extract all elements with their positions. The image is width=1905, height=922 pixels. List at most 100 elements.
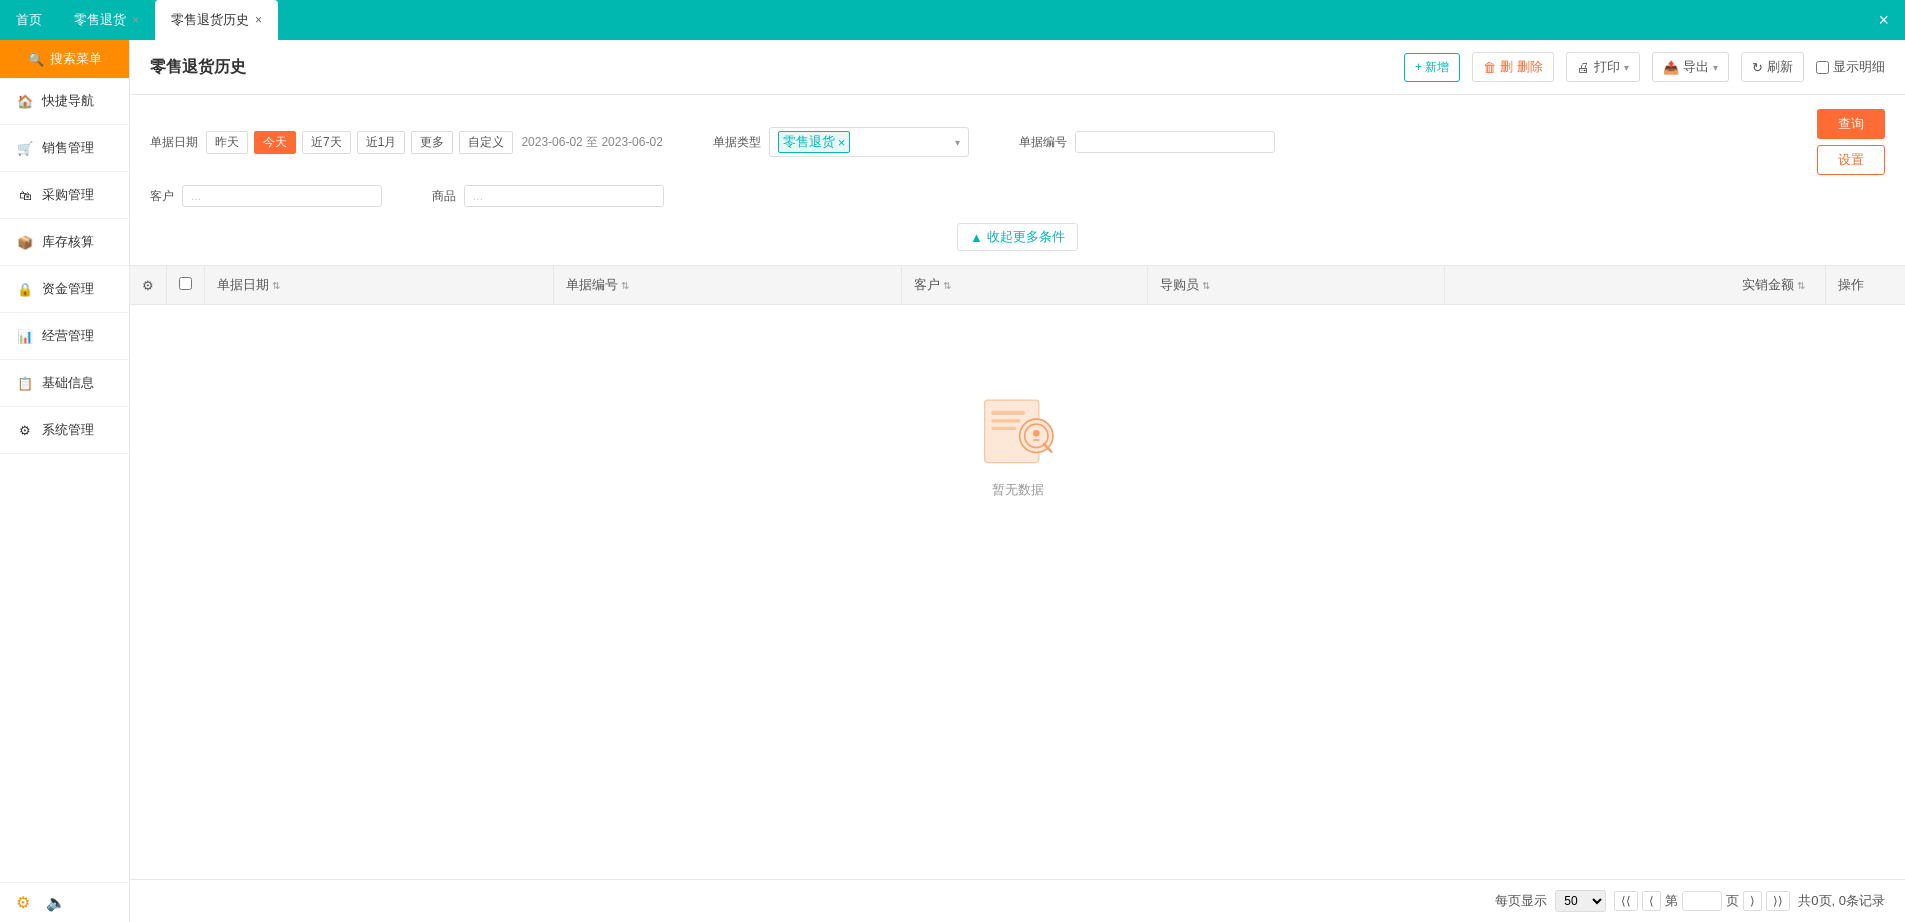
th-customer: 客户 ⇅ (902, 266, 1148, 305)
page-input[interactable]: 1 (1682, 891, 1722, 911)
empty-illustration (968, 385, 1068, 465)
page-prev[interactable]: ⟨ (1642, 891, 1661, 911)
date-7days[interactable]: 近7天 (302, 131, 351, 154)
th-checkbox[interactable] (167, 266, 205, 305)
sort-amount-icon: ⇅ (1797, 280, 1805, 291)
volume-icon[interactable]: 🔈 (46, 893, 66, 912)
sort-amount[interactable]: 实销金额 ⇅ (1457, 276, 1804, 294)
filter-area: 单据日期 昨天 今天 近7天 近1月 更多 自定义 2023-06-02 至 2… (130, 95, 1905, 266)
goods-label: 商品 (432, 188, 456, 205)
svg-rect-8 (1033, 439, 1040, 441)
refresh-label: 刷新 (1767, 58, 1793, 76)
delete-label: 删 删除 (1500, 58, 1543, 76)
sidebar-item-purchase[interactable]: 🛍 采购管理 (0, 172, 129, 219)
tab-retail-return-label: 零售退货 (74, 11, 126, 29)
sidebar-item-operations[interactable]: 📊 经营管理 (0, 313, 129, 360)
date-range-display: 2023-06-02 至 2023-06-02 (521, 134, 662, 151)
th-settings[interactable]: ⚙ (130, 266, 167, 305)
refresh-button[interactable]: ↻ 刷新 (1741, 52, 1804, 82)
refresh-icon: ↻ (1752, 60, 1763, 75)
home-icon: 🏠 (16, 92, 34, 110)
window-close-button[interactable]: × (1862, 10, 1905, 31)
doc-number-label: 单据编号 (1019, 134, 1067, 151)
data-table: ⚙ 单据日期 ⇅ 单据编号 (130, 266, 1905, 579)
table-settings-icon[interactable]: ⚙ (142, 278, 154, 293)
date-more[interactable]: 更多 (411, 131, 453, 154)
doc-type-label: 单据类型 (713, 134, 761, 151)
sidebar-item-basic-info[interactable]: 📋 基础信息 (0, 360, 129, 407)
tab-retail-return-history-close[interactable]: × (255, 13, 262, 27)
doc-type-select[interactable]: 零售退货 × ▾ (769, 127, 969, 157)
date-yesterday[interactable]: 昨天 (206, 131, 248, 154)
collapse-icon: ▲ (970, 230, 983, 245)
sort-date[interactable]: 单据日期 ⇅ (217, 276, 541, 294)
sort-guide[interactable]: 导购员 ⇅ (1160, 276, 1432, 294)
date-custom[interactable]: 自定义 (459, 131, 513, 154)
print-arrow-icon: ▾ (1624, 62, 1629, 73)
sidebar-item-operations-label: 经营管理 (42, 327, 94, 345)
svg-rect-3 (991, 427, 1016, 430)
filter-date: 单据日期 昨天 今天 近7天 近1月 更多 自定义 2023-06-02 至 2… (150, 131, 663, 154)
date-1month[interactable]: 近1月 (357, 131, 406, 154)
select-all-checkbox[interactable] (179, 277, 192, 290)
goods-select[interactable]: ... (464, 185, 664, 207)
doc-number-input[interactable] (1075, 131, 1275, 153)
th-action: 操作 (1825, 266, 1905, 305)
sidebar-item-system-label: 系统管理 (42, 421, 94, 439)
page-first[interactable]: ⟨⟨ (1614, 891, 1638, 911)
show-detail-checkbox[interactable]: 显示明细 (1816, 58, 1885, 76)
info-icon: 📋 (16, 374, 34, 392)
customer-placeholder: ... (191, 189, 201, 203)
top-bar: 首页 零售退货 × 零售退货历史 × × (0, 0, 1905, 40)
delete-button[interactable]: 🗑 删 删除 (1472, 52, 1554, 82)
tab-retail-return[interactable]: 零售退货 × (58, 0, 155, 40)
sidebar-item-inventory[interactable]: 📦 库存核算 (0, 219, 129, 266)
collapse-button[interactable]: ▲ 收起更多条件 (957, 223, 1078, 251)
print-button[interactable]: 🖨 打印 ▾ (1566, 52, 1640, 82)
doc-type-tag-value: 零售退货 (783, 133, 835, 151)
th-action-label: 操作 (1838, 277, 1864, 292)
sidebar-item-quick-nav[interactable]: 🏠 快捷导航 (0, 78, 129, 125)
export-icon: 📤 (1663, 60, 1679, 75)
sort-doc-number-icon: ⇅ (621, 280, 629, 291)
settings-icon[interactable]: ⚙ (16, 893, 30, 912)
tab-home[interactable]: 首页 (0, 0, 58, 40)
query-button[interactable]: 查询 (1817, 109, 1885, 139)
export-button[interactable]: 📤 导出 ▾ (1652, 52, 1729, 82)
sidebar-item-finance[interactable]: 🔒 资金管理 (0, 266, 129, 313)
date-buttons: 昨天 今天 近7天 近1月 更多 自定义 (206, 131, 513, 154)
date-today[interactable]: 今天 (254, 131, 296, 154)
svg-rect-2 (991, 419, 1020, 422)
add-button[interactable]: + 新增 (1404, 53, 1460, 82)
show-detail-input[interactable] (1816, 61, 1829, 74)
per-page-select[interactable]: 50 100 200 (1555, 890, 1606, 912)
filter-doc-number: 单据编号 (1019, 131, 1275, 153)
sidebar-item-finance-label: 资金管理 (42, 280, 94, 298)
sidebar-item-system[interactable]: ⚙ 系统管理 (0, 407, 129, 454)
sidebar-item-sales[interactable]: 🛒 销售管理 (0, 125, 129, 172)
page-last[interactable]: ⟩⟩ (1766, 891, 1790, 911)
sidebar-item-quick-nav-label: 快捷导航 (42, 92, 94, 110)
tab-home-label: 首页 (16, 11, 42, 29)
page-next[interactable]: ⟩ (1743, 891, 1762, 911)
search-icon: 🔍 (28, 52, 44, 67)
filter-goods: 商品 ... (432, 185, 664, 207)
table-body: 暂无数据 (130, 305, 1905, 580)
empty-text: 暂无数据 (992, 481, 1044, 499)
svg-point-7 (1033, 430, 1040, 437)
tab-retail-return-close[interactable]: × (132, 13, 139, 27)
sort-customer[interactable]: 客户 ⇅ (914, 276, 1135, 294)
svg-rect-1 (991, 411, 1024, 415)
set-button[interactable]: 设置 (1817, 145, 1885, 175)
sort-doc-number[interactable]: 单据编号 ⇅ (566, 276, 890, 294)
doc-type-tag-remove[interactable]: × (838, 135, 846, 150)
show-detail-label: 显示明细 (1833, 58, 1885, 76)
customer-label: 客户 (150, 188, 174, 205)
customer-select[interactable]: ... (182, 185, 382, 207)
doc-type-tag: 零售退货 × (778, 131, 851, 153)
table-header-row: ⚙ 单据日期 ⇅ 单据编号 (130, 266, 1905, 305)
th-amount: 实销金额 ⇅ (1445, 266, 1825, 305)
filter-row-1: 单据日期 昨天 今天 近7天 近1月 更多 自定义 2023-06-02 至 2… (150, 109, 1885, 175)
tab-retail-return-history[interactable]: 零售退货历史 × (155, 0, 278, 40)
sidebar-search[interactable]: 🔍 搜索菜单 (0, 40, 129, 78)
